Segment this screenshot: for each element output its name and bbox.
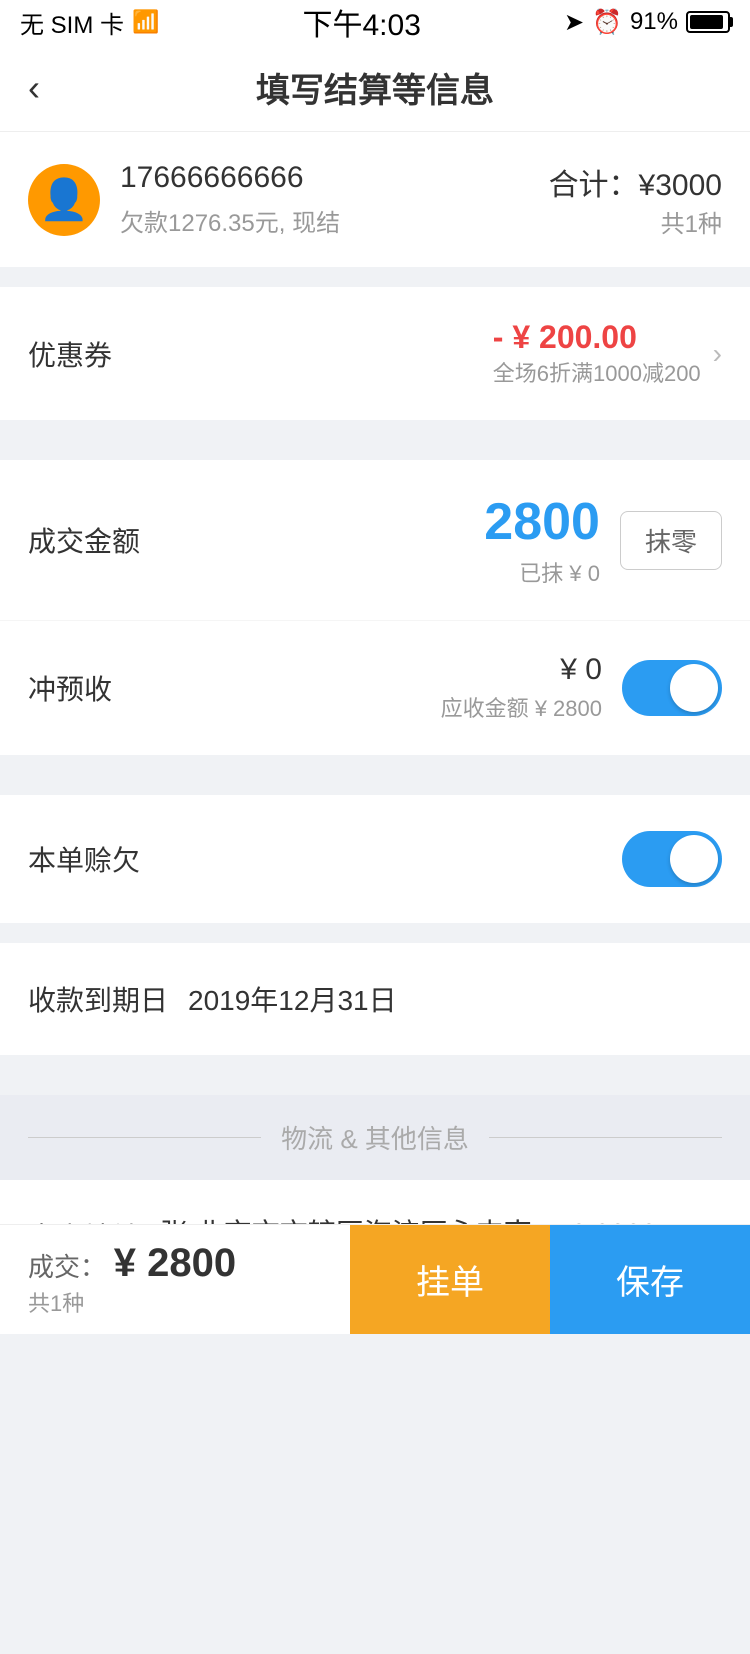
round-zero-button[interactable]: 抹零 xyxy=(620,511,722,570)
nav-header: ‹ 填写结算等信息 xyxy=(0,44,750,132)
transaction-amount-wrap: 2800 已抹 ¥ 0 xyxy=(484,492,600,588)
alarm-icon: ⏰ xyxy=(592,8,622,37)
customer-info: 17666666666 欠款1276.35元, 现结 xyxy=(120,161,340,238)
bottom-bar: 成交： ¥ 2800 共1种 挂单 保存 xyxy=(0,1224,750,1334)
due-date-row: 收款到期日 2019年12月31日 xyxy=(0,943,750,1055)
wifi-icon: 📶 xyxy=(132,9,159,35)
bottom-deal-line: 成交： ¥ 2800 xyxy=(28,1241,322,1286)
customer-left: 👤 17666666666 欠款1276.35元, 现结 xyxy=(28,161,340,238)
toggle-knob xyxy=(670,664,718,712)
debt-row: 本单赊欠 xyxy=(0,795,750,923)
status-right: ➤ ⏰ 91% xyxy=(564,8,730,37)
location-icon: ➤ xyxy=(564,8,584,37)
time-display: 下午4:03 xyxy=(302,0,420,44)
prepay-label: 冲预收 xyxy=(28,668,112,708)
status-left: 无 SIM 卡 📶 xyxy=(20,5,159,40)
gray-separator-2 xyxy=(0,775,750,795)
hang-button[interactable]: 挂单 xyxy=(350,1225,550,1334)
gray-separator-3 xyxy=(0,1075,750,1095)
transaction-sub: 已抹 ¥ 0 xyxy=(484,556,600,588)
page-title: 填写结算等信息 xyxy=(256,63,494,112)
save-button[interactable]: 保存 xyxy=(550,1225,750,1334)
prepay-row: 冲预收 ¥ 0 应收金额 ¥ 2800 xyxy=(0,621,750,755)
transaction-right: 2800 已抹 ¥ 0 抹零 xyxy=(484,492,722,588)
total-amount: 合计：¥3000 xyxy=(549,160,722,204)
main-content: 👤 17666666666 欠款1276.35元, 现结 合计：¥3000 共1… xyxy=(0,132,750,1654)
coupon-desc: 全场6折满1000减200 xyxy=(493,356,701,388)
battery-percent: 91% xyxy=(630,8,678,36)
battery-bar xyxy=(686,11,730,33)
logistics-divider: 物流 & 其他信息 xyxy=(0,1095,750,1180)
bottom-amount: ¥ 2800 xyxy=(114,1241,236,1285)
prepay-amount: ¥ 0 xyxy=(441,653,602,687)
prepay-right: ¥ 0 应收金额 ¥ 2800 xyxy=(441,653,722,723)
due-date-label: 收款到期日 xyxy=(28,979,168,1019)
transaction-label: 成交金额 xyxy=(28,520,140,560)
divider-line-right xyxy=(489,1137,722,1138)
carrier-text: 无 SIM 卡 xyxy=(20,5,124,40)
prepay-values: ¥ 0 应收金额 ¥ 2800 xyxy=(441,653,602,723)
coupon-discount: - ¥ 200.00 xyxy=(493,319,701,356)
back-button[interactable]: ‹ xyxy=(28,67,40,109)
avatar: 👤 xyxy=(28,164,100,236)
customer-total: 合计：¥3000 共1种 xyxy=(549,160,722,239)
status-bar: 无 SIM 卡 📶 下午4:03 ➤ ⏰ 91% xyxy=(0,0,750,44)
extra-space xyxy=(0,1354,750,1534)
logistics-text: 物流 & 其他信息 xyxy=(281,1119,469,1156)
coupon-info: - ¥ 200.00 全场6折满1000减200 xyxy=(493,319,701,388)
amount-section: 成交金额 2800 已抹 ¥ 0 抹零 冲预收 ¥ 0 应收金额 ¥ 2800 xyxy=(0,460,750,755)
prepay-toggle[interactable] xyxy=(622,660,722,716)
divider-line-left xyxy=(28,1137,261,1138)
customer-row: 👤 17666666666 欠款1276.35元, 现结 合计：¥3000 共1… xyxy=(0,132,750,267)
prepay-sub: 应收金额 ¥ 2800 xyxy=(441,691,602,723)
bottom-info: 成交： ¥ 2800 共1种 xyxy=(0,1241,350,1318)
bottom-deal-label: 成交： xyxy=(28,1252,106,1282)
customer-debt: 欠款1276.35元, 现结 xyxy=(120,203,340,238)
debt-toggle[interactable] xyxy=(622,831,722,887)
bottom-count: 共1种 xyxy=(28,1286,322,1318)
coupon-right: - ¥ 200.00 全场6折满1000减200 › xyxy=(493,319,722,388)
transaction-row: 成交金额 2800 已抹 ¥ 0 抹零 xyxy=(0,460,750,621)
total-count: 共1种 xyxy=(549,204,722,239)
battery-fill xyxy=(690,15,723,29)
due-date-value: 2019年12月31日 xyxy=(188,979,397,1019)
user-icon: 👤 xyxy=(39,176,89,223)
coupon-label: 优惠券 xyxy=(28,334,112,374)
debt-label: 本单赊欠 xyxy=(28,839,140,879)
bottom-buttons: 挂单 保存 xyxy=(350,1225,750,1334)
coupon-arrow: › xyxy=(713,338,722,370)
debt-toggle-knob xyxy=(670,835,718,883)
customer-phone: 17666666666 xyxy=(120,161,340,195)
gray-separator xyxy=(0,440,750,460)
transaction-amount: 2800 xyxy=(484,492,600,552)
coupon-row[interactable]: 优惠券 - ¥ 200.00 全场6折满1000减200 › xyxy=(0,287,750,420)
